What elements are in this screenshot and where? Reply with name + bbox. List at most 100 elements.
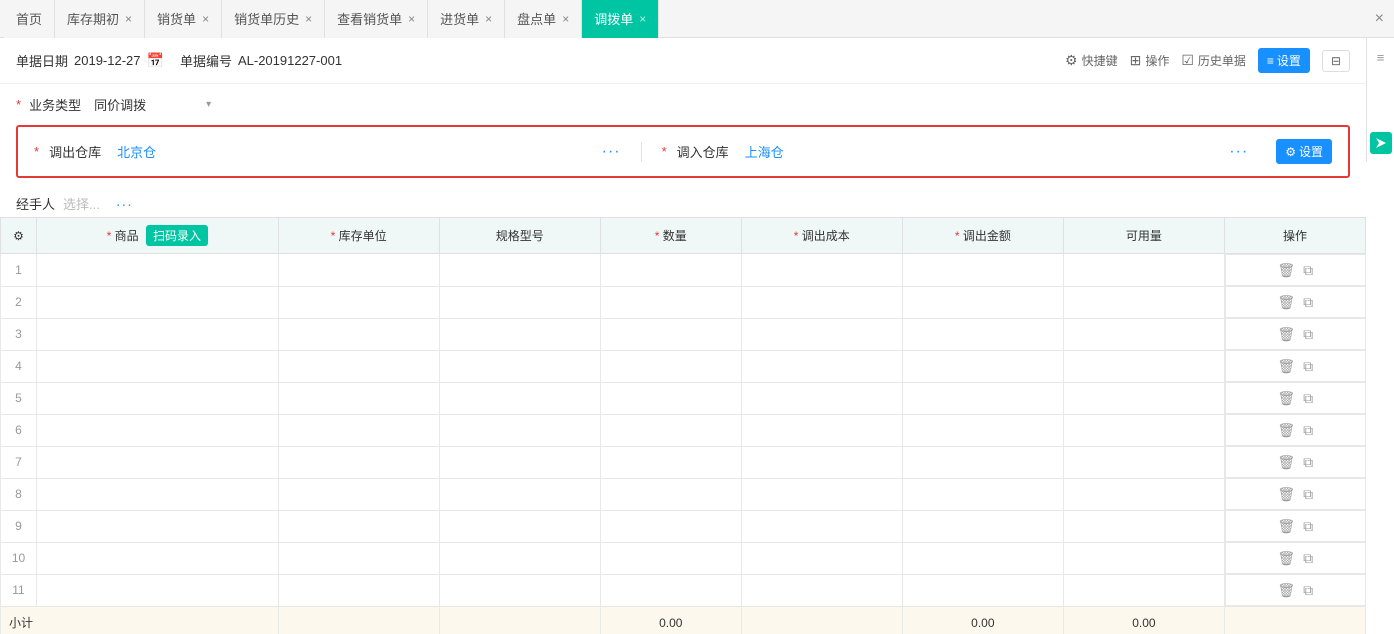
copy-btn-2[interactable]: ⧉	[1301, 293, 1315, 312]
tab-sales-history-close[interactable]: ×	[305, 12, 312, 26]
tab-inventory-count-label: 盘点单	[517, 9, 556, 28]
tab-sales-history[interactable]: 销货单历史 ×	[222, 0, 325, 38]
tab-purchase-order[interactable]: 进货单 ×	[428, 0, 505, 38]
tab-purchase-order-close[interactable]: ×	[485, 12, 492, 26]
settings-label: 设置	[1277, 52, 1301, 69]
copy-btn-9[interactable]: ⧉	[1301, 517, 1315, 536]
form-header-left: 单据日期 2019-12-27 📅 单据编号 AL-20191227-001	[16, 51, 1057, 70]
table-row: 1 🗑 ⧉	[1, 254, 1366, 287]
form-header-right: ⚙ 快捷键 ⊞ 操作 ☑ 历史单据 ≡ 设置 ⊟	[1065, 48, 1350, 73]
copy-btn-6[interactable]: ⧉	[1301, 421, 1315, 440]
delete-btn-7[interactable]: 🗑	[1275, 453, 1297, 472]
person-more-btn[interactable]: ···	[116, 196, 133, 212]
table-row: 7 🗑 ⧉	[1, 446, 1366, 478]
warehouse-divider	[641, 142, 642, 162]
copy-btn-1[interactable]: ⧉	[1301, 261, 1315, 280]
business-type-row: * 业务类型 同价调拨 ▾	[0, 84, 1366, 125]
calendar-icon[interactable]: 📅	[147, 52, 164, 69]
copy-btn-8[interactable]: ⧉	[1301, 485, 1315, 504]
data-table-wrapper: ⚙ * 商品 扫码录入 * 库存单位 规格型号 * 数量	[0, 217, 1366, 634]
tab-inventory-count[interactable]: 盘点单 ×	[505, 0, 582, 38]
copy-btn-11[interactable]: ⧉	[1301, 581, 1315, 600]
table-row: 3 🗑 ⧉	[1, 318, 1366, 350]
person-select[interactable]: 选择...	[63, 194, 100, 213]
sidebar-list-btn[interactable]: ≡	[1370, 46, 1392, 68]
th-settings[interactable]: ⚙	[1, 218, 37, 254]
transfer-out-group: * 调出仓库 北京仓 ···	[34, 142, 621, 161]
delete-btn-5[interactable]: 🗑	[1275, 389, 1297, 408]
tab-transfer-order-close[interactable]: ×	[639, 12, 646, 26]
table-header-row: ⚙ * 商品 扫码录入 * 库存单位 规格型号 * 数量	[1, 218, 1366, 254]
tab-inventory-count-close[interactable]: ×	[562, 12, 569, 26]
table-row: 2 🗑 ⧉	[1, 286, 1366, 318]
delete-btn-11[interactable]: 🗑	[1275, 581, 1297, 600]
transfer-in-required: *	[662, 144, 667, 159]
grid-settings-icon: ⊟	[1331, 54, 1341, 68]
copy-btn-3[interactable]: ⧉	[1301, 325, 1315, 344]
right-sidebar: ≡	[1366, 38, 1394, 162]
row-num-3: 3	[1, 318, 37, 350]
date-value[interactable]: 2019-12-27	[74, 53, 141, 68]
copy-btn-7[interactable]: ⧉	[1301, 453, 1315, 472]
settings-button[interactable]: ≡ 设置	[1258, 48, 1310, 73]
delete-btn-8[interactable]: 🗑	[1275, 485, 1297, 504]
sidebar-export-btn[interactable]	[1370, 132, 1392, 154]
settings-icon: ≡	[1267, 54, 1274, 68]
delete-btn-4[interactable]: 🗑	[1275, 357, 1297, 376]
tab-home-label: 首页	[16, 9, 42, 28]
tab-bar: 首页 库存期初 × 销货单 × 销货单历史 × 查看销货单 × 进货单 × 盘点…	[0, 0, 1394, 38]
transfer-out-required: *	[34, 144, 39, 159]
tab-inventory-init-close[interactable]: ×	[125, 12, 132, 26]
main-content: 单据日期 2019-12-27 📅 单据编号 AL-20191227-001 ⚙…	[0, 38, 1394, 634]
row-num-11: 11	[1, 574, 37, 607]
copy-btn-4[interactable]: ⧉	[1301, 357, 1315, 376]
tab-inventory-init[interactable]: 库存期初 ×	[55, 0, 145, 38]
tab-sales-order-close[interactable]: ×	[202, 12, 209, 26]
shortcuts-label: 快捷键	[1082, 52, 1118, 69]
dropdown-arrow-icon: ▾	[206, 99, 211, 110]
gear-icon: ⚙	[1285, 145, 1296, 159]
tab-view-sales-close[interactable]: ×	[408, 12, 415, 26]
transfer-out-more-btn[interactable]: ···	[602, 143, 621, 161]
number-field-group: 单据编号 AL-20191227-001	[180, 51, 342, 70]
number-value: AL-20191227-001	[238, 53, 342, 68]
tab-view-sales[interactable]: 查看销货单 ×	[325, 0, 428, 38]
shortcuts-icon: ⚙	[1065, 52, 1078, 69]
history-action[interactable]: ☑ 历史单据	[1181, 52, 1246, 69]
copy-btn-10[interactable]: ⧉	[1301, 549, 1315, 568]
number-label: 单据编号	[180, 51, 232, 70]
window-close-btn[interactable]: ×	[1375, 10, 1384, 28]
operations-action[interactable]: ⊞ 操作	[1130, 52, 1170, 69]
row-num-1: 1	[1, 254, 37, 287]
history-icon: ☑	[1181, 52, 1194, 69]
row-num-9: 9	[1, 510, 37, 542]
delete-btn-3[interactable]: 🗑	[1275, 325, 1297, 344]
history-label: 历史单据	[1198, 52, 1246, 69]
tab-sales-order[interactable]: 销货单 ×	[145, 0, 222, 38]
th-unit: * 库存单位	[278, 218, 439, 254]
delete-btn-1[interactable]: 🗑	[1275, 261, 1297, 280]
tab-transfer-order[interactable]: 调拨单 ×	[582, 0, 659, 38]
scan-btn[interactable]: 扫码录入	[146, 225, 208, 246]
transfer-in-more-btn[interactable]: ···	[1229, 143, 1248, 161]
delete-btn-9[interactable]: 🗑	[1275, 517, 1297, 536]
tab-sales-history-label: 销货单历史	[234, 9, 299, 28]
shortcuts-action[interactable]: ⚙ 快捷键	[1065, 52, 1118, 69]
copy-btn-5[interactable]: ⧉	[1301, 389, 1315, 408]
transfer-in-value[interactable]: 上海仓	[745, 142, 784, 161]
th-cost: * 调出成本	[741, 218, 902, 254]
business-type-select[interactable]: 同价调拨 ▾	[87, 92, 218, 117]
subtotal-cost: 0.00	[902, 607, 1063, 634]
table-row: 4 🗑 ⧉	[1, 350, 1366, 382]
grid-settings-button[interactable]: ⊟	[1322, 50, 1350, 72]
table-row: 6 🗑 ⧉	[1, 414, 1366, 446]
delete-btn-10[interactable]: 🗑	[1275, 549, 1297, 568]
table-row: 10 🗑 ⧉	[1, 542, 1366, 574]
settings-gear-icon: ⚙	[13, 229, 24, 243]
subtotal-qty: 0.00	[600, 607, 741, 634]
delete-btn-2[interactable]: 🗑	[1275, 293, 1297, 312]
tab-home[interactable]: 首页	[4, 0, 55, 38]
transfer-out-value[interactable]: 北京仓	[117, 142, 156, 161]
warehouse-settings-btn[interactable]: ⚙ 设置	[1276, 139, 1332, 164]
delete-btn-6[interactable]: 🗑	[1275, 421, 1297, 440]
